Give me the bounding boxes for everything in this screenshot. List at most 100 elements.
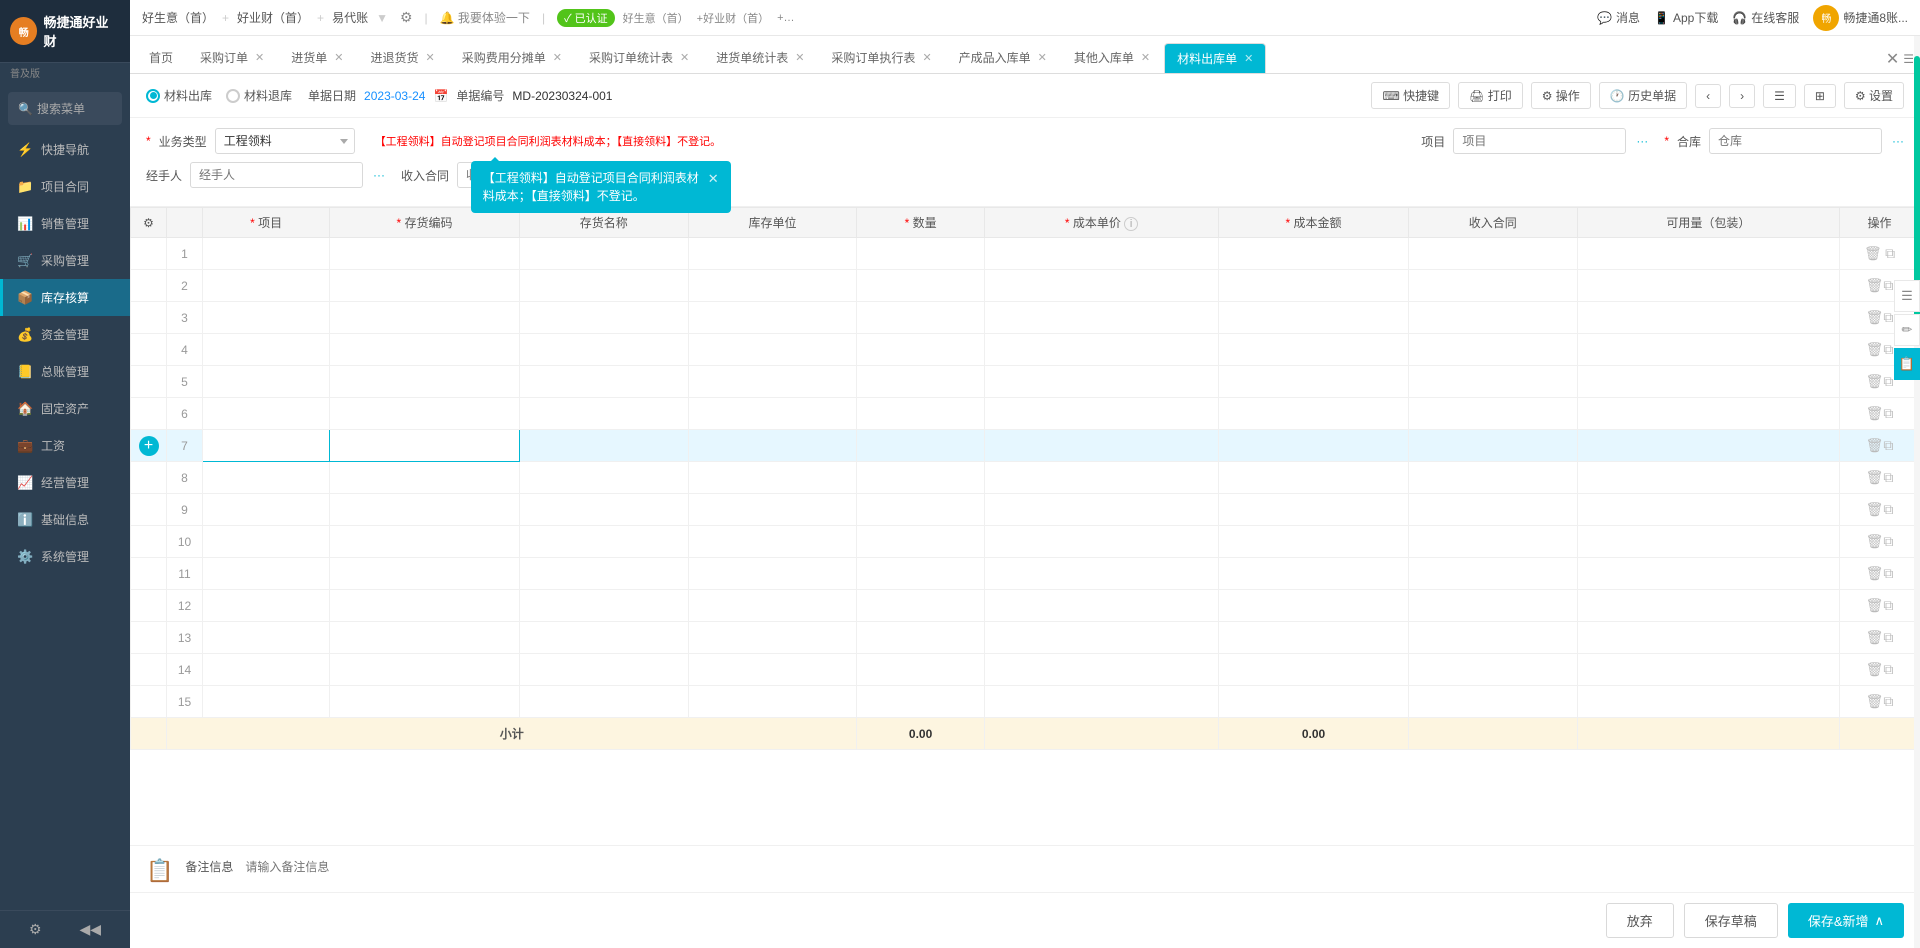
tab-close-icon[interactable]: ✕ bbox=[922, 51, 931, 64]
tab-stock-in[interactable]: 进货单 ✕ bbox=[278, 42, 356, 73]
row-unit-cell[interactable] bbox=[688, 238, 857, 270]
tab-close-icon[interactable]: ✕ bbox=[795, 51, 804, 64]
row-delete-btn[interactable]: 🗑 bbox=[1866, 693, 1884, 709]
row-delete-btn[interactable]: 🗑 bbox=[1866, 565, 1884, 581]
col-settings-header[interactable]: ⚙ bbox=[131, 208, 167, 238]
row-copy-btn[interactable]: ⧉ bbox=[1883, 565, 1893, 581]
row-copy-btn[interactable]: ⧉ bbox=[1885, 245, 1895, 261]
tab-purchase-stats[interactable]: 采购订单统计表 ✕ bbox=[576, 42, 702, 73]
tab-purchase-expense[interactable]: 采购费用分摊单 ✕ bbox=[449, 42, 575, 73]
topbar-nav-trial[interactable]: 🔔 我要体验一下 bbox=[440, 9, 530, 26]
row-copy-btn[interactable]: ⧉ bbox=[1883, 469, 1893, 485]
radio-material-return[interactable]: 材料退库 bbox=[226, 87, 292, 104]
topbar-nav-haoshengyi[interactable]: 好生意（首） bbox=[142, 9, 214, 26]
tab-more-btn[interactable]: ☰ bbox=[1903, 52, 1914, 66]
row-delete-btn[interactable]: 🗑 bbox=[1866, 309, 1884, 325]
sidebar-item-purchase[interactable]: 🛒 采购管理 bbox=[0, 242, 130, 279]
tooltip-close-btn[interactable]: ✕ bbox=[708, 169, 719, 189]
row-delete-btn[interactable]: 🗑 bbox=[1866, 437, 1884, 453]
topbar-nav-haoyecai2[interactable]: +好业财（首） bbox=[697, 10, 769, 26]
row-delete-btn[interactable]: 🗑 bbox=[1864, 245, 1882, 261]
topbar-settings-icon[interactable]: ⚙ bbox=[400, 9, 413, 26]
row-income-contract-cell[interactable] bbox=[1408, 238, 1577, 270]
app-download-btn[interactable]: 📱 App下载 bbox=[1654, 9, 1718, 26]
tab-close-icon[interactable]: ✕ bbox=[334, 51, 343, 64]
shortcut-btn[interactable]: ⌨ 快捷键 bbox=[1371, 82, 1450, 109]
project-input[interactable] bbox=[1453, 128, 1626, 154]
row-delete-btn[interactable]: 🗑 bbox=[1866, 597, 1884, 613]
sidebar-item-accounting[interactable]: 📒 总账管理 bbox=[0, 353, 130, 390]
business-type-select[interactable]: 工程领料 直接领料 bbox=[215, 128, 355, 154]
tab-close-icon[interactable]: ✕ bbox=[1038, 51, 1047, 64]
row-qty-cell[interactable] bbox=[857, 238, 984, 270]
project-dots-btn[interactable]: ··· bbox=[1636, 134, 1648, 148]
tab-home[interactable]: 首页 bbox=[136, 42, 186, 73]
doc-date-value[interactable]: 2023-03-24 bbox=[364, 89, 425, 103]
row-copy-btn[interactable]: ⧉ bbox=[1883, 693, 1893, 709]
row-code-cell[interactable] bbox=[330, 238, 520, 270]
row-copy-btn[interactable]: ⧉ bbox=[1883, 341, 1893, 357]
sidebar-item-fixed-assets[interactable]: 🏠 固定资产 bbox=[0, 390, 130, 427]
sidebar-item-payroll[interactable]: 💼 工资 bbox=[0, 427, 130, 464]
tab-stock-stats[interactable]: 进货单统计表 ✕ bbox=[703, 42, 817, 73]
tab-close-icon[interactable]: ✕ bbox=[680, 51, 689, 64]
row-delete-btn[interactable]: 🗑 bbox=[1866, 373, 1884, 389]
warehouse-input[interactable] bbox=[1709, 128, 1882, 154]
handler-input[interactable] bbox=[190, 162, 363, 188]
tab-close-icon[interactable]: ✕ bbox=[255, 51, 264, 64]
row-delete-btn[interactable]: 🗑 bbox=[1866, 533, 1884, 549]
message-btn[interactable]: 💬 消息 bbox=[1597, 9, 1640, 26]
row-delete-btn[interactable]: 🗑 bbox=[1866, 501, 1884, 517]
sidebar-item-inventory[interactable]: 📦 库存核算 bbox=[0, 279, 130, 316]
row-copy-btn[interactable]: ⧉ bbox=[1883, 501, 1893, 517]
row-project-cell[interactable] bbox=[203, 238, 330, 270]
warehouse-dots-btn[interactable]: ··· bbox=[1892, 134, 1904, 148]
tab-close-icon[interactable]: ✕ bbox=[1141, 51, 1150, 64]
add-row-btn[interactable]: + bbox=[139, 436, 159, 456]
row-copy-btn[interactable]: ⧉ bbox=[1883, 373, 1893, 389]
row-cost-amount-cell[interactable] bbox=[1219, 238, 1409, 270]
sidebar-item-basic-info[interactable]: ℹ️ 基础信息 bbox=[0, 501, 130, 538]
row-copy-btn[interactable]: ⧉ bbox=[1883, 277, 1893, 293]
row-delete-btn[interactable]: 🗑 bbox=[1866, 341, 1884, 357]
sidebar-item-sales[interactable]: 📊 销售管理 bbox=[0, 205, 130, 242]
handler-dots-btn[interactable]: ··· bbox=[373, 168, 385, 182]
topbar-nav-more[interactable]: +… bbox=[777, 12, 794, 24]
right-icon-btn-1[interactable]: ☰ bbox=[1894, 280, 1920, 312]
topbar-nav-haoshengyi2[interactable]: 好生意（首） bbox=[623, 10, 689, 26]
row-delete-btn[interactable]: 🗑 bbox=[1866, 405, 1884, 421]
tab-material-out[interactable]: 材料出库单 ✕ bbox=[1164, 43, 1266, 74]
note-input[interactable] bbox=[245, 856, 1904, 878]
list-view-btn[interactable]: ☰ bbox=[1763, 84, 1796, 108]
tab-close-icon[interactable]: ✕ bbox=[553, 51, 562, 64]
tab-purchase-exec[interactable]: 采购订单执行表 ✕ bbox=[818, 42, 944, 73]
online-service-btn[interactable]: 🎧 在线客服 bbox=[1732, 9, 1799, 26]
search-menu[interactable]: 🔍 搜索菜单 bbox=[8, 92, 122, 125]
history-btn[interactable]: 🕐 历史单据 bbox=[1599, 82, 1687, 109]
row-cost-price-cell[interactable] bbox=[984, 238, 1219, 270]
user-profile[interactable]: 畅 畅捷通8账... bbox=[1813, 5, 1908, 31]
row-delete-btn[interactable]: 🗑 bbox=[1866, 629, 1884, 645]
grid-view-btn[interactable]: ⊞ bbox=[1804, 84, 1836, 108]
sidebar-item-quick-nav[interactable]: ⚡ 快捷导航 bbox=[0, 131, 130, 168]
tab-purchase-order[interactable]: 采购订单 ✕ bbox=[187, 42, 277, 73]
row-delete-btn[interactable]: 🗑 bbox=[1866, 661, 1884, 677]
row-copy-btn[interactable]: ⧉ bbox=[1883, 597, 1893, 613]
row-copy-btn[interactable]: ⧉ bbox=[1883, 309, 1893, 325]
sidebar-item-system[interactable]: ⚙️ 系统管理 bbox=[0, 538, 130, 575]
page-scrollbar[interactable] bbox=[1914, 36, 1920, 948]
tab-close-icon[interactable]: ✕ bbox=[426, 51, 435, 64]
row-name-cell[interactable] bbox=[519, 238, 688, 270]
row-copy-btn[interactable]: ⧉ bbox=[1883, 533, 1893, 549]
prev-btn[interactable]: ‹ bbox=[1695, 84, 1721, 108]
topbar-nav-haoyecai[interactable]: 好业财（首） bbox=[237, 9, 309, 26]
sidebar-item-operations[interactable]: 📈 经营管理 bbox=[0, 464, 130, 501]
row-available-cell[interactable] bbox=[1577, 238, 1839, 270]
discard-btn[interactable]: 放弃 bbox=[1606, 903, 1674, 938]
tab-finished-goods[interactable]: 产成品入库单 ✕ bbox=[946, 42, 1060, 73]
row-copy-btn[interactable]: ⧉ bbox=[1883, 405, 1893, 421]
cost-price-info-icon[interactable]: i bbox=[1124, 217, 1138, 231]
settings-btn[interactable]: ⚙ 设置 bbox=[1844, 82, 1904, 109]
save-draft-btn[interactable]: 保存草稿 bbox=[1684, 903, 1778, 938]
print-btn[interactable]: 🖨 打印 bbox=[1458, 82, 1523, 109]
